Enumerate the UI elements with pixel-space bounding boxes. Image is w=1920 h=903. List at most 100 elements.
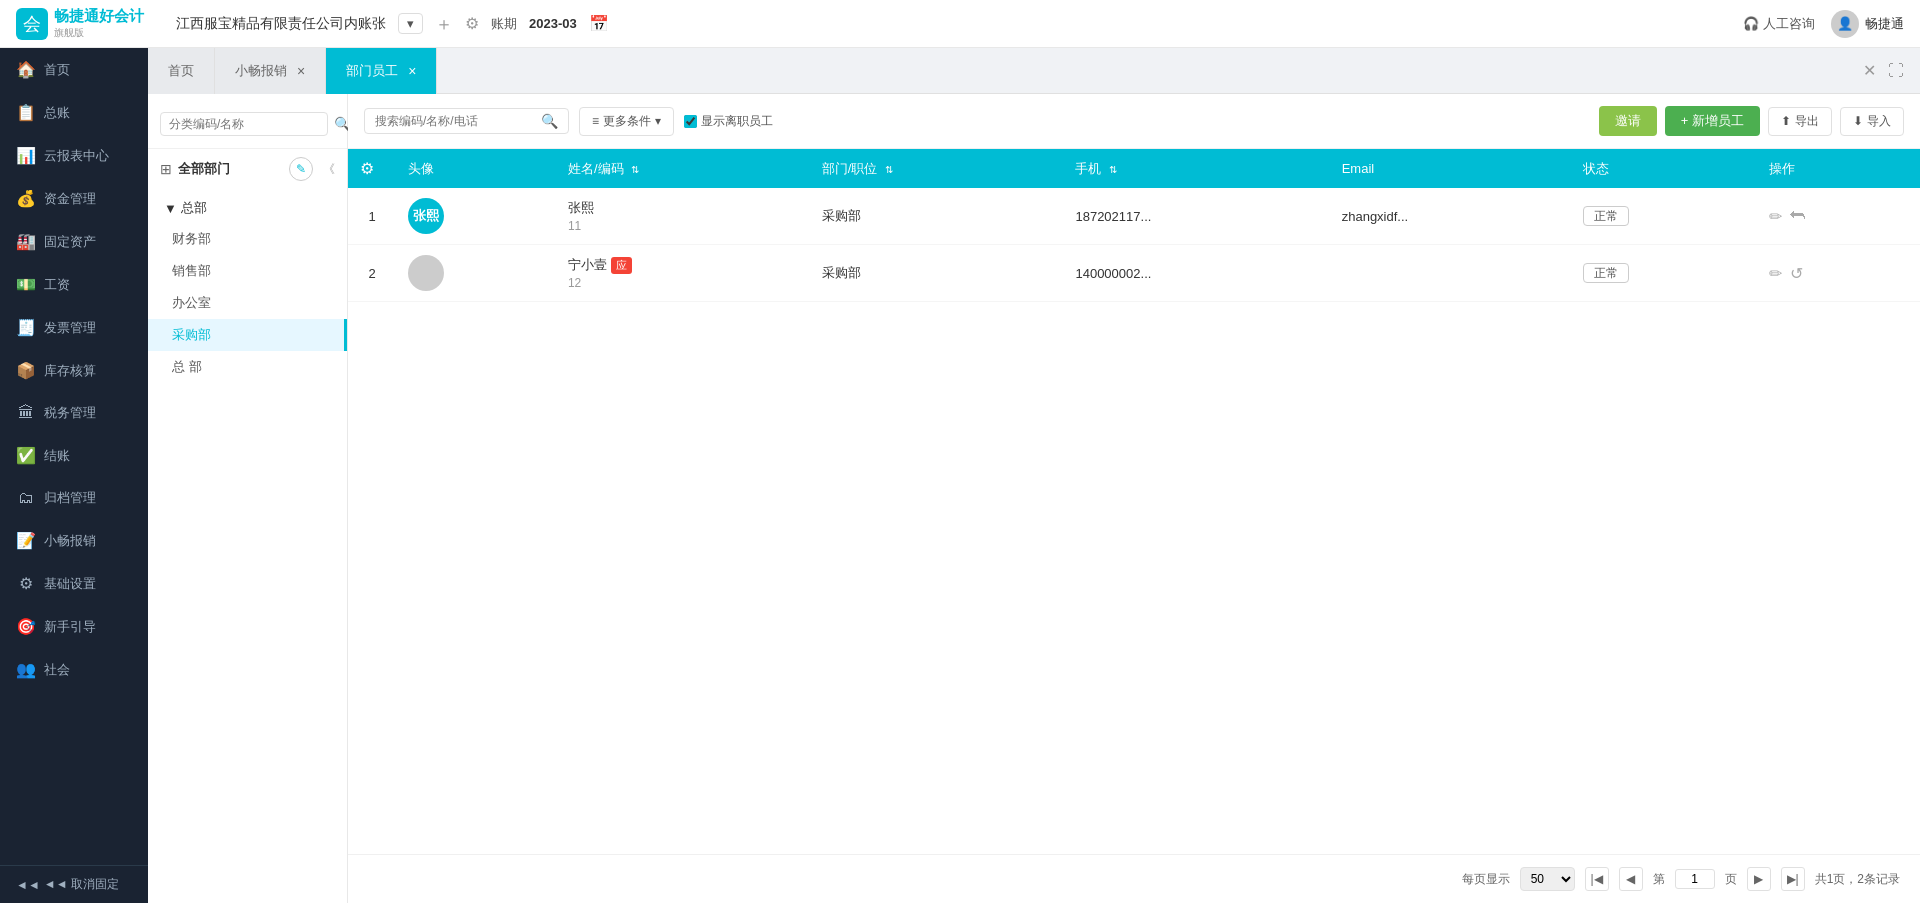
dept-item-finance[interactable]: 财务部 [148, 223, 347, 255]
emp-code-1: 11 [568, 219, 798, 233]
period-label: 账期 [491, 15, 517, 33]
import-button[interactable]: ⬇ 导入 [1840, 107, 1904, 136]
tab-expense[interactable]: 小畅报销 × [215, 48, 326, 94]
dept-item-office[interactable]: 办公室 [148, 287, 347, 319]
row-actions-2: ✏ ↺ [1757, 245, 1920, 302]
more-filter-button[interactable]: ≡ 更多条件 ▾ [579, 107, 674, 136]
dept-all-header[interactable]: ⊞ 全部部门 ✎ 《 [148, 149, 347, 189]
sidebar-item-salary[interactable]: 💵 工资 [0, 263, 148, 306]
avatar: 👤 [1831, 10, 1859, 38]
sidebar-label-archive: 归档管理 [44, 489, 96, 507]
add-employee-button[interactable]: + 新增员工 [1665, 106, 1760, 136]
add-top-button[interactable]: ＋ [435, 12, 453, 36]
user-info[interactable]: 👤 畅捷通 [1831, 10, 1904, 38]
expense-icon: 📝 [16, 531, 36, 550]
row-status-2: 正常 [1571, 245, 1758, 302]
close-accounts-icon: ✅ [16, 446, 36, 465]
filter-chevron-icon: ▾ [655, 114, 661, 128]
sidebar-label-ledger: 总账 [44, 104, 70, 122]
sidebar-item-social[interactable]: 👥 社会 [0, 648, 148, 691]
dept-edit-button[interactable]: ✎ [289, 157, 313, 181]
status-badge-1: 正常 [1583, 206, 1629, 226]
employee-toolbar: 🔍 ≡ 更多条件 ▾ 显示离职员工 邀请 + 新增员工 [348, 94, 1920, 149]
dept-group-root[interactable]: ▼ 总部 [148, 193, 347, 223]
cancel-pin-label: ◄◄ 取消固定 [44, 876, 119, 893]
column-settings-icon[interactable]: ⚙ [360, 160, 374, 177]
row-dept-2: 采购部 [810, 245, 1064, 302]
dept-collapse-icon[interactable]: 《 [323, 161, 335, 178]
sidebar-item-home[interactable]: 🏠 首页 [0, 48, 148, 91]
prev-page-button[interactable]: ◀ [1619, 867, 1643, 891]
sidebar-item-inventory[interactable]: 📦 库存核算 [0, 349, 148, 392]
sidebar-item-ledger[interactable]: 📋 总账 [0, 91, 148, 134]
row-email-1: zhangxidf... [1330, 188, 1571, 245]
sidebar-item-close[interactable]: ✅ 结账 [0, 434, 148, 477]
calendar-icon[interactable]: 📅 [589, 14, 609, 33]
sidebar-item-reports[interactable]: 📊 云报表中心 [0, 134, 148, 177]
support-button[interactable]: 🎧 人工咨询 [1743, 15, 1815, 33]
dept-item-sales[interactable]: 销售部 [148, 255, 347, 287]
sidebar-label-tax: 税务管理 [44, 404, 96, 422]
employee-search-input[interactable] [375, 114, 535, 128]
invite-button[interactable]: 邀请 [1599, 106, 1657, 136]
tab-home-label: 首页 [168, 62, 194, 80]
sidebar-label-home: 首页 [44, 61, 70, 79]
grid-icon: ⊞ [160, 161, 172, 177]
edit-icon-2[interactable]: ✏ [1769, 264, 1782, 283]
tab-expense-label: 小畅报销 [235, 62, 287, 80]
export-label: 导出 [1795, 113, 1819, 130]
name-sort-icon[interactable]: ⇅ [631, 164, 639, 175]
page-size-select[interactable]: 50 10 20 100 [1520, 867, 1575, 891]
dept-item-purchase[interactable]: 采购部 [148, 319, 347, 351]
export-icon: ⬆ [1781, 114, 1791, 128]
page-content: 🔍 ⊞ 全部部门 ✎ 《 ▼ 总部 财务部 销售部 办公室 采购部 [148, 94, 1920, 903]
dept-search-input[interactable] [160, 112, 328, 136]
th-status: 状态 [1571, 149, 1758, 188]
edit-icon-1[interactable]: ✏ [1769, 207, 1782, 226]
logout-icon-1[interactable]: ⮪ [1790, 207, 1806, 225]
page-size-label: 每页显示 [1462, 871, 1510, 888]
sidebar-label-inventory: 库存核算 [44, 362, 96, 380]
pagination-bar: 每页显示 50 10 20 100 |◀ ◀ 第 页 ▶ ▶| 共1页，2条记录 [348, 854, 1920, 903]
sidebar-item-archive[interactable]: 🗂 归档管理 [0, 477, 148, 519]
tab-expand-button[interactable]: ⛶ [1884, 58, 1908, 84]
tab-dept-employee[interactable]: 部门员工 × [326, 48, 437, 94]
cancel-pin-button[interactable]: ◄◄ ◄◄ 取消固定 [0, 865, 148, 903]
settings-top-button[interactable]: ⚙ [465, 14, 479, 33]
next-page-button[interactable]: ▶ [1747, 867, 1771, 891]
sidebar-item-assets[interactable]: 🏭 固定资产 [0, 220, 148, 263]
sidebar-item-funds[interactable]: 💰 资金管理 [0, 177, 148, 220]
row-index-2: 2 [348, 245, 396, 302]
export-button[interactable]: ⬆ 导出 [1768, 107, 1832, 136]
dept-search-area: 🔍 [148, 106, 347, 149]
th-email: Email [1330, 149, 1571, 188]
refresh-icon-2[interactable]: ↺ [1790, 264, 1803, 283]
phone-sort-icon[interactable]: ⇅ [1109, 164, 1117, 175]
sidebar-item-tax[interactable]: 🏛 税务管理 [0, 392, 148, 434]
tab-expense-close[interactable]: × [297, 63, 305, 79]
show-resigned-label[interactable]: 显示离职员工 [684, 113, 773, 130]
dept-item-hq[interactable]: 总 部 [148, 351, 347, 383]
employee-search-icon[interactable]: 🔍 [541, 113, 558, 129]
last-page-button[interactable]: ▶| [1781, 867, 1805, 891]
sidebar-item-settings[interactable]: ⚙ 基础设置 [0, 562, 148, 605]
top-right: 🎧 人工咨询 👤 畅捷通 [1743, 10, 1904, 38]
page-input[interactable] [1675, 869, 1715, 889]
row-avatar-2 [396, 245, 556, 302]
period-value: 2023-03 [529, 16, 577, 31]
show-resigned-checkbox[interactable] [684, 115, 697, 128]
tab-dept-close[interactable]: × [408, 63, 416, 79]
sidebar-item-expense[interactable]: 📝 小畅报销 [0, 519, 148, 562]
tab-right-buttons: ✕ ⛶ [1859, 57, 1920, 84]
sidebar-item-guide[interactable]: 🎯 新手引导 [0, 605, 148, 648]
page-label-pre: 第 [1653, 871, 1665, 888]
tab-home[interactable]: 首页 [148, 48, 215, 94]
tab-close-window-button[interactable]: ✕ [1859, 57, 1880, 84]
first-page-button[interactable]: |◀ [1585, 867, 1609, 891]
company-dropdown-button[interactable]: ▾ [398, 13, 423, 34]
salary-icon: 💵 [16, 275, 36, 294]
row-phone-2: 140000002... [1063, 245, 1329, 302]
sidebar-item-invoice[interactable]: 🧾 发票管理 [0, 306, 148, 349]
logo-icon: 会 [16, 8, 48, 40]
dept-sort-icon[interactable]: ⇅ [885, 164, 893, 175]
